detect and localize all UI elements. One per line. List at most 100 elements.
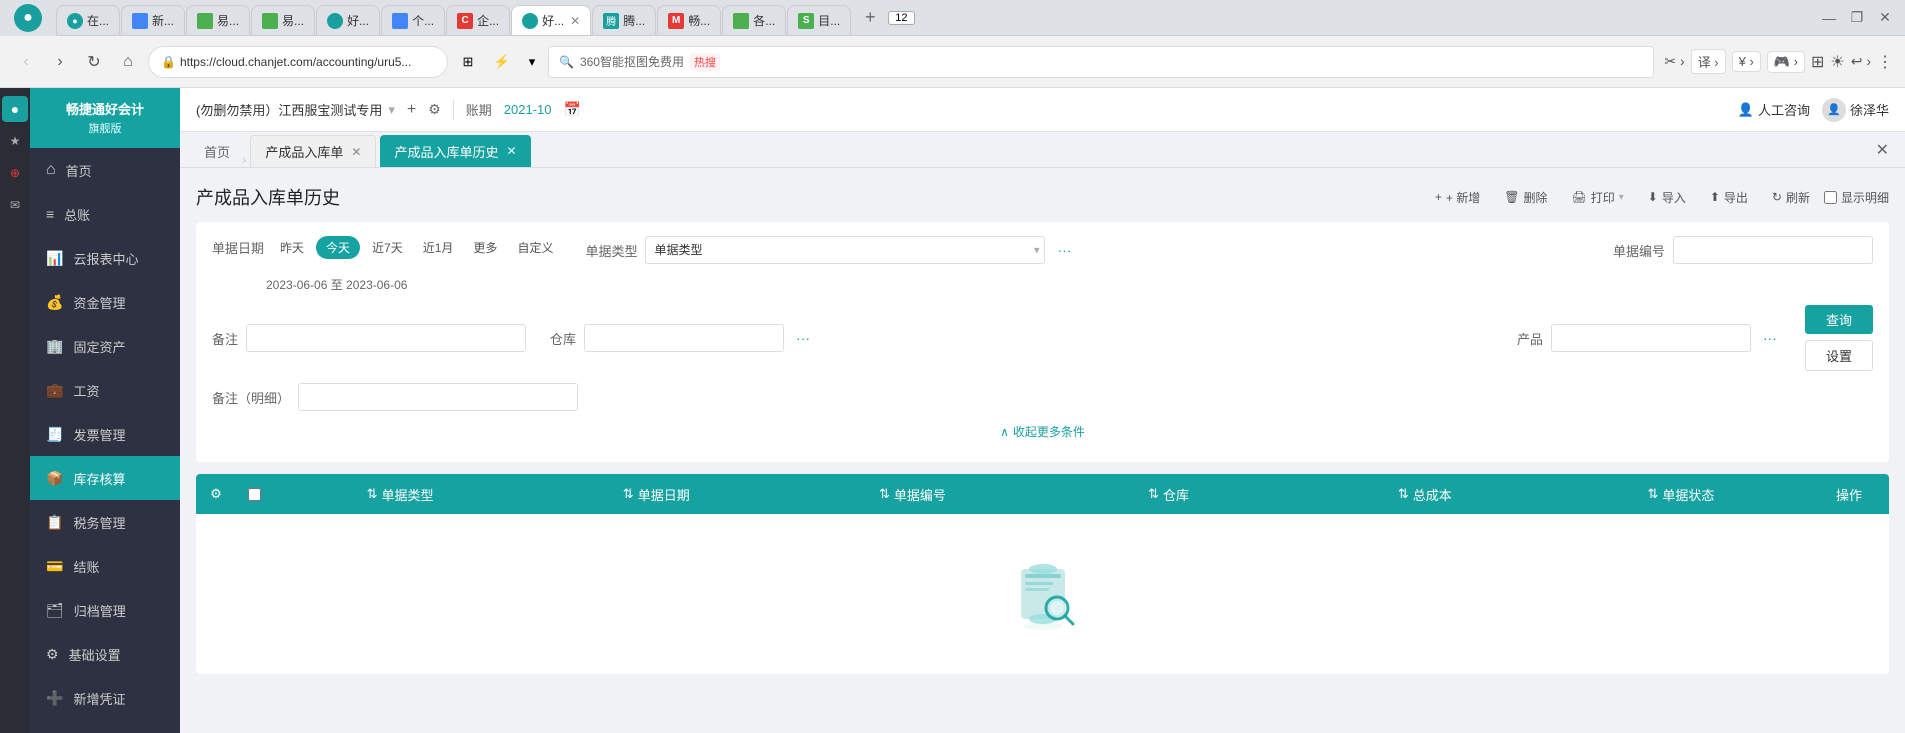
grid-tool[interactable]: ⊞ (1811, 52, 1824, 72)
light-tool[interactable]: ☀ (1830, 52, 1844, 72)
col-check-header[interactable] (236, 488, 272, 501)
breadcrumb-home-link[interactable]: 首页 (196, 135, 238, 167)
company-selector[interactable]: (勿删勿禁用）江西服宝测试专用 ▾ (196, 100, 395, 119)
date-btn-custom[interactable]: 自定义 (509, 236, 561, 259)
address-dropdown[interactable]: ▾ (522, 48, 542, 76)
sidebar-icon-2[interactable]: ★ (2, 128, 28, 154)
print-button[interactable]: 🖨 打印 ▾ (1561, 185, 1633, 210)
col-cost-header[interactable]: ⇅ 总成本 (1297, 485, 1553, 504)
page-tab-history-close[interactable]: ✕ (506, 144, 516, 158)
tab-tencent[interactable]: 腾 腾... (592, 5, 656, 35)
warehouse-more-icon[interactable]: ··· (792, 330, 814, 346)
user-menu[interactable]: 👤 徐泽华 (1822, 98, 1889, 122)
more-tool[interactable]: ⋮ (1877, 52, 1893, 72)
col-date-header[interactable]: ⇅ 单据日期 (528, 485, 784, 504)
add-company-button[interactable]: + (407, 101, 416, 119)
tab-easy2[interactable]: 易... (251, 5, 315, 35)
sidebar-item-tax[interactable]: 📋 税务管理 (30, 500, 180, 544)
back-button[interactable]: ‹ (12, 48, 40, 76)
window-close-button[interactable]: ✕ (1873, 6, 1897, 30)
export-button[interactable]: ⬆ 导出 (1700, 185, 1758, 210)
refresh-data-button[interactable]: ↻ 刷新 (1762, 185, 1820, 210)
page-tab-history[interactable]: 产成品入库单历史 ✕ (380, 135, 530, 167)
note-input[interactable] (246, 324, 526, 352)
url-bar[interactable]: 🔒 https://cloud.chanjet.com/accounting/u… (148, 46, 448, 78)
date-btn-today[interactable]: 今天 (316, 236, 360, 259)
collapse-button[interactable]: ∧ 收起更多条件 (212, 415, 1873, 448)
col-settings-header[interactable]: ⚙ (196, 486, 236, 502)
tab-close-8[interactable]: ✕ (570, 14, 580, 28)
sidebar-item-invoice[interactable]: 🧾 发票管理 (30, 412, 180, 456)
tab-easy1[interactable]: 易... (186, 5, 250, 35)
col-warehouse-header[interactable]: ⇅ 仓库 (1041, 485, 1297, 504)
window-restore-button[interactable]: ❐ (1845, 6, 1869, 30)
import-button[interactable]: ⬇ 导入 (1638, 185, 1696, 210)
sidebar-item-home[interactable]: ⌂ 首页 (30, 148, 180, 192)
tab-new[interactable]: 新... (121, 5, 185, 35)
product-more-icon[interactable]: ··· (1759, 330, 1781, 346)
sidebar-item-basic[interactable]: ⚙ 基础设置 (30, 632, 180, 676)
tab-active[interactable]: 好... ✕ (511, 5, 591, 35)
date-btn-7days[interactable]: 近7天 (364, 236, 411, 259)
new-button[interactable]: + + 新增 (1425, 185, 1490, 210)
sidebar-item-archive[interactable]: 🗂 归档管理 (30, 588, 180, 632)
select-all-checkbox[interactable] (248, 488, 261, 501)
query-button[interactable]: 查询 (1805, 305, 1873, 334)
date-btn-more[interactable]: 更多 (465, 236, 505, 259)
tab-ge[interactable]: 各... (722, 5, 786, 35)
tab-mu[interactable]: S 目... (787, 5, 851, 35)
sidebar-item-ledger[interactable]: ≡ 总账 (30, 192, 180, 236)
warehouse-input[interactable] (584, 324, 784, 352)
page-tab-list-close[interactable]: ✕ (351, 145, 361, 159)
consultant-button[interactable]: 👤 人工咨询 (1738, 100, 1810, 119)
tab-hao1[interactable]: 好... (316, 5, 380, 35)
window-min-button[interactable]: — (1817, 6, 1841, 30)
sidebar-icon-4[interactable]: ✉ (2, 192, 28, 218)
delete-button[interactable]: 🗑 删除 (1494, 185, 1557, 210)
tab-chang[interactable]: M 畅... (657, 5, 721, 35)
sidebar-icon-3[interactable]: ⊕ (2, 160, 28, 186)
tab-personal[interactable]: 个... (381, 5, 445, 35)
yuan-tool[interactable]: ¥ › (1732, 51, 1761, 72)
refresh-button[interactable]: ↻ (80, 48, 108, 76)
lightning-button[interactable]: ⚡ (488, 48, 516, 76)
number-input[interactable] (1673, 236, 1873, 264)
translate-tool[interactable]: 译 › (1691, 49, 1726, 74)
sidebar-item-newvoucher[interactable]: ➕ 新增凭证 (30, 676, 180, 720)
col-status-header[interactable]: ⇅ 单据状态 (1553, 485, 1809, 504)
sidebar-item-inventory[interactable]: 📦 库存核算 (30, 456, 180, 500)
sidebar-item-report[interactable]: 📊 云报表中心 (30, 236, 180, 280)
tab-zhaitong[interactable]: ● 在... (56, 5, 120, 35)
type-select[interactable]: 单据类型 (645, 236, 1045, 264)
forward-button[interactable]: › (46, 48, 74, 76)
app-logo[interactable]: 畅捷通好会计 旗舰版 (30, 88, 180, 148)
product-input[interactable] (1551, 324, 1751, 352)
show-cols-checkbox[interactable] (1824, 191, 1837, 204)
period-value[interactable]: 2021-10 (504, 102, 552, 117)
date-btn-yesterday[interactable]: 昨天 (272, 236, 312, 259)
new-tab-button[interactable]: + (856, 4, 884, 32)
sidebar-icon-1[interactable]: ● (2, 96, 28, 122)
page-tab-list[interactable]: 产成品入库单 ✕ (250, 135, 376, 167)
scissors-tool[interactable]: ✂ › (1664, 53, 1684, 70)
type-more-icon[interactable]: ··· (1053, 242, 1075, 258)
close-panel-button[interactable]: ✕ (1876, 140, 1889, 160)
detail-note-input[interactable] (298, 383, 578, 411)
col-type-header[interactable]: ⇅ 单据类型 (272, 485, 528, 504)
tab-enterprise[interactable]: C 企... (446, 5, 510, 35)
undo-tool[interactable]: ↩ › (1851, 53, 1871, 70)
date-btn-1month[interactable]: 近1月 (415, 236, 462, 259)
sidebar-item-payroll[interactable]: 💼 工资 (30, 368, 180, 412)
search-bar[interactable]: 🔍 360智能抠图免费用 热搜 (548, 46, 1654, 78)
page-title: 产成品入库单历史 (196, 184, 340, 210)
sidebar-item-settlement[interactable]: 💳 结账 (30, 544, 180, 588)
home-button[interactable]: ⌂ (114, 48, 142, 76)
sidebar-item-assets[interactable]: 🏢 固定资产 (30, 324, 180, 368)
extensions-button[interactable]: ⊞ (454, 48, 482, 76)
sidebar-item-funds[interactable]: 💰 资金管理 (30, 280, 180, 324)
col-number-header[interactable]: ⇅ 单据编号 (784, 485, 1040, 504)
settings-filter-button[interactable]: 设置 (1805, 340, 1873, 371)
settings-company-button[interactable]: ⚙ (428, 101, 441, 118)
game-tool[interactable]: 🎮 › (1767, 51, 1805, 73)
calendar-icon[interactable]: 📅 (564, 101, 581, 118)
